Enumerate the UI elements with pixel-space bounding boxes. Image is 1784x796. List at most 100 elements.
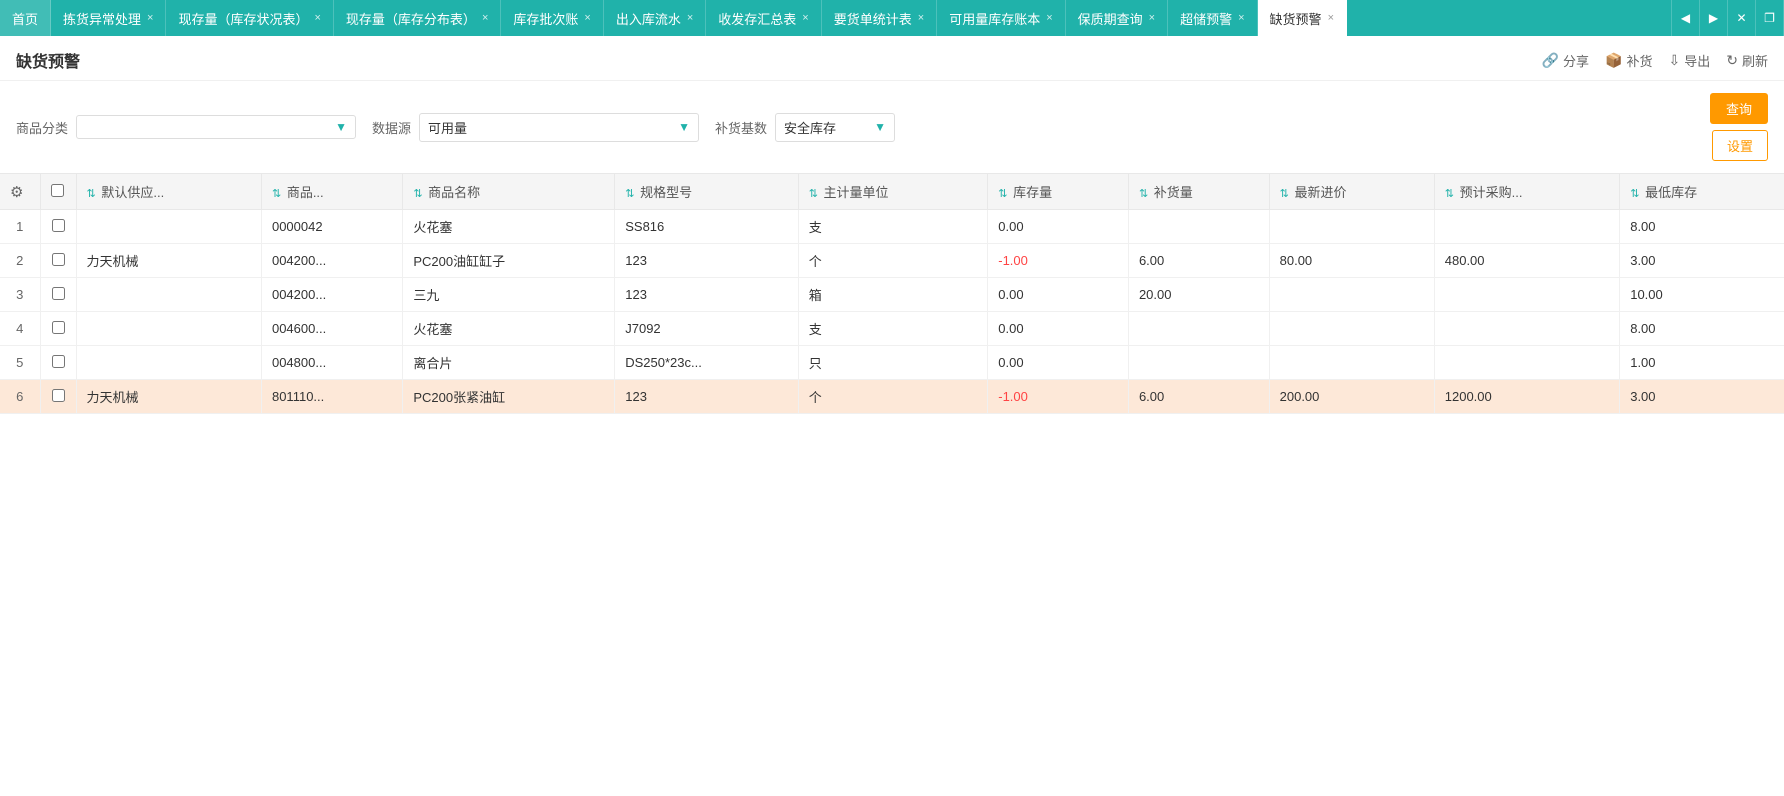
col-unit: ⇅ 主计量单位 [798,174,988,210]
tab-expiry-query[interactable]: 保质期查询× [1066,0,1168,36]
spec-cell-2: 123 [615,244,798,278]
stock-qty-cell-5: 0.00 [988,346,1129,380]
select-all-checkbox[interactable] [51,184,64,197]
share-button[interactable]: 🔗 分享 [1542,51,1589,70]
tab-close-batch-account[interactable]: × [584,12,590,24]
column-settings-icon[interactable]: ⚙ [10,184,23,201]
sort-icon-spec: ⇅ [625,188,634,200]
tab-available-ledger[interactable]: 可用量库存账本× [937,0,1065,36]
tab-exception[interactable]: 拣货异常处理× [51,0,166,36]
tab-close-inout-flow[interactable]: × [687,12,693,24]
tab-label-inout-flow: 出入库流水 [616,9,681,28]
tab-close-receipt-summary[interactable]: × [802,12,808,24]
product-code-cell-4: 004600... [261,312,402,346]
replenish-basis-value: 安全库存 [784,118,866,137]
unit-cell-2: 个 [798,244,988,278]
tab-close-exception[interactable]: × [147,12,153,24]
stock-qty-cell-3: 0.00 [988,278,1129,312]
row-checkbox-4 [40,312,76,346]
tab-restore-button[interactable]: ❐ [1756,0,1784,36]
datasource-select[interactable]: 可用量 ▼ [419,113,699,142]
tab-home[interactable]: 首页 [0,0,51,36]
table-row: 2力天机械004200...PC200油缸缸子123个-1.006.0080.0… [0,244,1784,278]
tab-close-all-button[interactable]: ✕ [1728,0,1756,36]
spec-cell-3: 123 [615,278,798,312]
tab-inventory-status[interactable]: 现存量（库存状况表） × [166,0,333,36]
col-settings: ⚙ [0,174,40,210]
table-row: 4004600...火花塞J7092支0.008.00 [0,312,1784,346]
spec-cell-4: J7092 [615,312,798,346]
table-row: 3004200...三九123箱0.0020.0010.00 [0,278,1784,312]
replenish-basis-select[interactable]: 安全库存 ▼ [775,113,895,142]
latest-price-cell-3 [1269,278,1434,312]
col-min-stock: ⇅ 最低库存 [1620,174,1784,210]
tab-bar: 首页拣货异常处理×现存量（库存状况表）×现存量（库存分布表）×库存批次账×出入库… [0,0,1784,36]
product-name-cell-5: 离合片 [403,346,615,380]
col-latest-price: ⇅ 最新进价 [1269,174,1434,210]
tab-close-expiry-query[interactable]: × [1149,12,1155,24]
product-name-cell-1: 火花塞 [403,210,615,244]
replenish-button[interactable]: 📦 补货 [1605,51,1652,70]
replenish-basis-dropdown-icon: ▼ [874,120,886,134]
tab-close-shortage[interactable]: × [1328,12,1334,24]
checkbox-input-6[interactable] [52,389,65,402]
tab-shortage[interactable]: 缺货预警× [1258,0,1347,36]
right-buttons: 查询 设置 [1710,93,1768,161]
product-code-cell-3: 004200... [261,278,402,312]
col-default-supplier: ⇅ 默认供应... [76,174,261,210]
checkbox-input-1[interactable] [52,219,65,232]
min-stock-cell-4: 8.00 [1620,312,1784,346]
tab-next-button[interactable]: ▶ [1700,0,1728,36]
tab-prev-button[interactable]: ◀ [1672,0,1700,36]
col-product-code: ⇅ 商品... [261,174,402,210]
category-select[interactable]: ▼ [76,115,356,139]
stock-qty-cell-2: -1.00 [988,244,1129,278]
tab-label-receipt-summary: 收发存汇总表 [718,9,796,28]
stock-qty-cell-6: -1.00 [988,380,1129,414]
replenish-qty-cell-6: 6.00 [1128,380,1269,414]
supplier-cell-2: 力天机械 [76,244,261,278]
row-num-3: 3 [0,278,40,312]
tab-close-order-stat[interactable]: × [918,12,924,24]
latest-price-cell-4 [1269,312,1434,346]
min-stock-cell-6: 3.00 [1620,380,1784,414]
supplier-cell-4 [76,312,261,346]
tab-label-inventory-status: 现存量（库存状况表） [178,9,308,28]
export-button[interactable]: ⇩ 导出 [1669,51,1711,70]
product-name-cell-6: PC200张紧油缸 [403,380,615,414]
checkbox-input-2[interactable] [52,253,65,266]
sort-icon-code: ⇅ [272,188,281,200]
refresh-button[interactable]: ↻ 刷新 [1726,51,1768,70]
tab-close-available-ledger[interactable]: × [1046,12,1052,24]
checkbox-input-3[interactable] [52,287,65,300]
tab-close-inventory-dist[interactable]: × [482,12,488,24]
col-product-name: ⇅ 商品名称 [403,174,615,210]
tab-inventory-dist[interactable]: 现存量（库存分布表）× [334,0,501,36]
settings-button[interactable]: 设置 [1712,130,1768,161]
tab-batch-account[interactable]: 库存批次账× [501,0,603,36]
query-button[interactable]: 查询 [1710,93,1768,124]
category-filter: 商品分类 ▼ [16,115,356,139]
checkbox-input-4[interactable] [52,321,65,334]
col-stock-qty: ⇅ 库存量 [988,174,1129,210]
tab-label-overstock: 超储预警 [1180,9,1232,28]
category-dropdown-icon: ▼ [335,120,347,134]
stock-qty-cell-1: 0.00 [988,210,1129,244]
table-row: 6力天机械801110...PC200张紧油缸123个-1.006.00200.… [0,380,1784,414]
tab-close-overstock[interactable]: × [1238,12,1244,24]
table-wrap: ⚙ ⇅ 默认供应... ⇅ 商品... ⇅ 商品名称 [0,173,1784,414]
est-purchase-cell-2: 480.00 [1434,244,1619,278]
col-checkbox [40,174,76,210]
tab-close-inventory-status[interactable]: × [314,12,320,24]
supplier-cell-6: 力天机械 [76,380,261,414]
tab-inout-flow[interactable]: 出入库流水 × [604,0,706,36]
product-code-cell-2: 004200... [261,244,402,278]
sort-icon-unit: ⇅ [809,188,818,200]
row-num-5: 5 [0,346,40,380]
tab-order-stat[interactable]: 要货单统计表× [822,0,937,36]
checkbox-input-5[interactable] [52,355,65,368]
unit-cell-1: 支 [798,210,988,244]
tab-overstock[interactable]: 超储预警 × [1168,0,1257,36]
spec-cell-5: DS250*23c... [615,346,798,380]
tab-receipt-summary[interactable]: 收发存汇总表 × [706,0,821,36]
